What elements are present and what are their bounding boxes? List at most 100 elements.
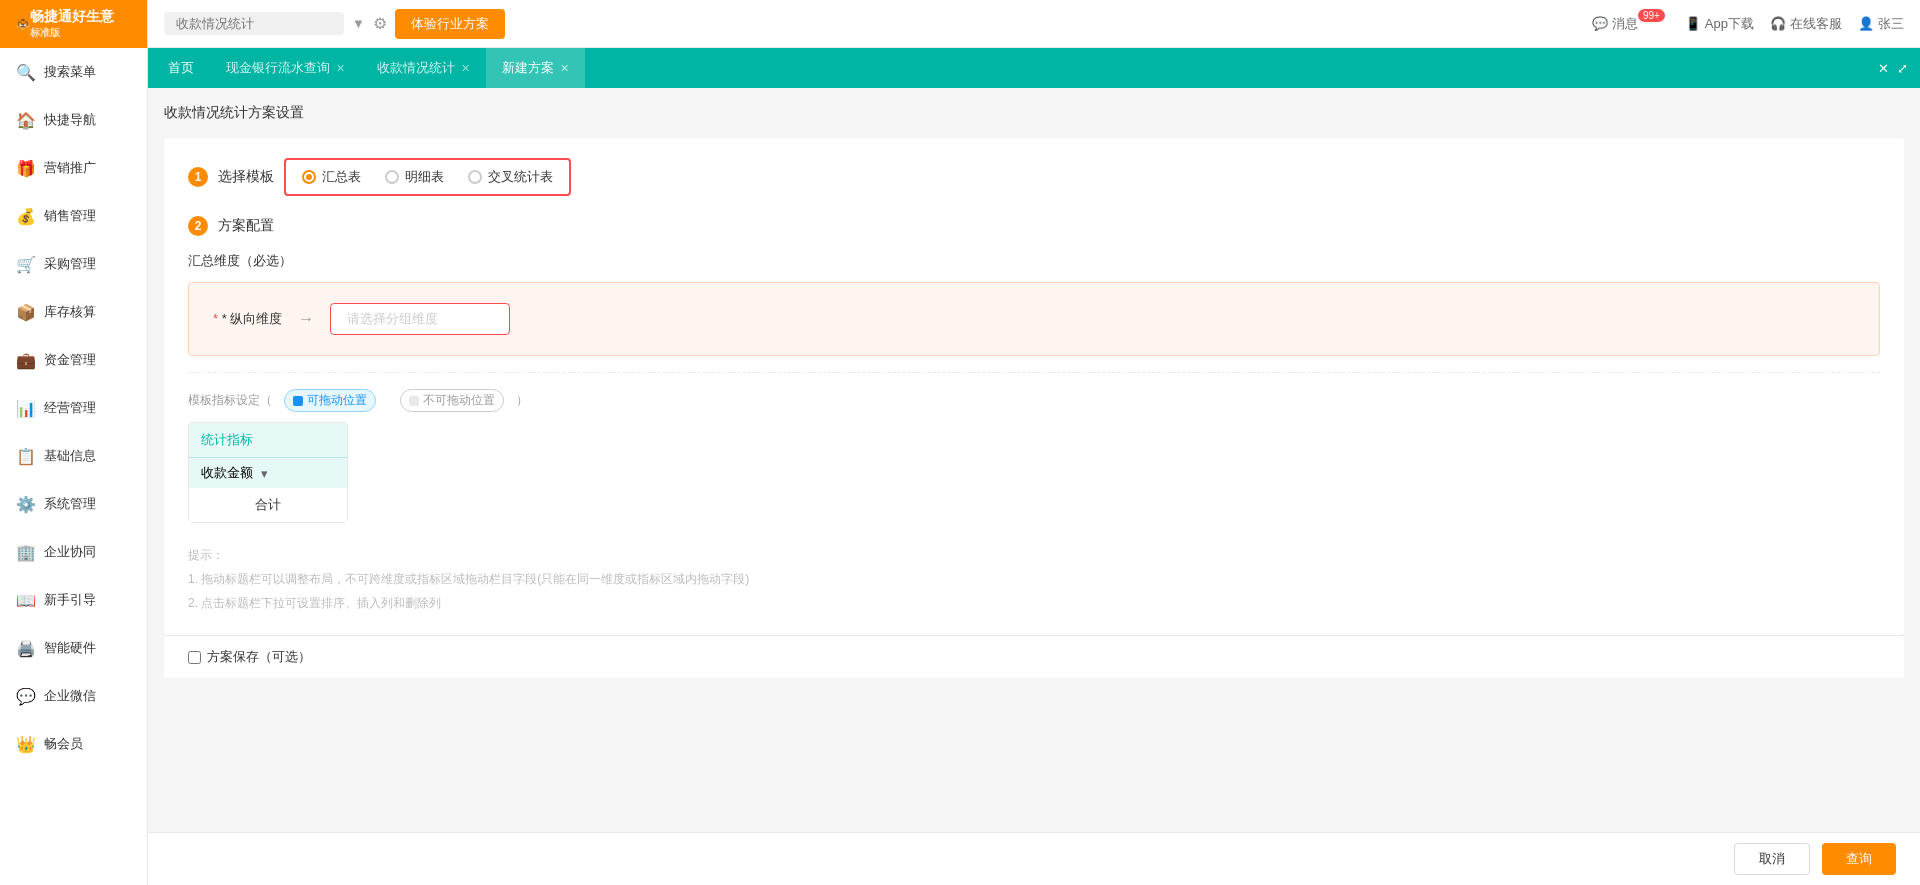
settings-icon[interactable]: ⚙: [373, 14, 387, 33]
indicators-hint: 模板指标设定（ 可拖动位置 不可拖动位置 ）: [188, 389, 1880, 412]
message-label: 消息: [1612, 15, 1638, 33]
service-label: 在线客服: [1790, 15, 1842, 33]
draggable-dot: [293, 396, 303, 406]
dimension-select-placeholder: 请选择分组维度: [347, 311, 438, 326]
message-icon: 💬: [1592, 16, 1608, 31]
industry-btn[interactable]: 体验行业方案: [395, 9, 505, 39]
sidebar-item-operations[interactable]: 📊 经营管理: [0, 384, 147, 432]
gear-icon: ⚙️: [16, 495, 36, 514]
tab-close-icon[interactable]: ✕: [560, 62, 569, 75]
save-checkbox-label: 方案保存（可选）: [207, 648, 311, 666]
crown-icon: 👑: [16, 735, 36, 754]
dropdown-icon[interactable]: ▼: [352, 16, 365, 31]
money-icon: 💰: [16, 207, 36, 226]
sidebar-item-basic-info[interactable]: 📋 基础信息: [0, 432, 147, 480]
section2-number: 2: [188, 216, 208, 236]
download-icon: 📱: [1685, 16, 1701, 31]
section1-title: 选择模板: [218, 168, 274, 186]
dimension-label: 汇总维度（必选）: [188, 252, 1880, 270]
sidebar-label: 营销推广: [44, 159, 96, 177]
config-section: 2 方案配置 汇总维度（必选） * * 纵向维度 → 请选择分组维度: [188, 216, 1880, 615]
download-action[interactable]: 📱 App下载: [1685, 15, 1754, 33]
book-icon: 📖: [16, 591, 36, 610]
page-footer: 方案保存（可选）: [164, 635, 1904, 678]
expand-icon[interactable]: ⤢: [1897, 61, 1908, 76]
stat-col1-label: 收款金额: [201, 464, 253, 482]
radio-circle-summary: [302, 170, 316, 184]
user-icon: 👤: [1858, 16, 1874, 31]
sidebar-item-hardware[interactable]: 🖨️ 智能硬件: [0, 624, 147, 672]
sidebar-label: 基础信息: [44, 447, 96, 465]
sidebar-item-system[interactable]: ⚙️ 系统管理: [0, 480, 147, 528]
template-options: 汇总表 明细表 交叉统计表: [284, 158, 571, 196]
bottom-bar: 取消 查询: [148, 832, 1920, 885]
tab-bank-flow[interactable]: 现金银行流水查询 ✕: [210, 48, 361, 88]
divider: [188, 372, 1880, 373]
close-window-icon[interactable]: ✕: [1878, 61, 1889, 76]
sidebar-item-purchase[interactable]: 🛒 采购管理: [0, 240, 147, 288]
stat-subtotal-row: 合计: [189, 488, 347, 522]
building-icon: 🏢: [16, 543, 36, 562]
page-title: 收款情况统计方案设置: [164, 104, 1904, 122]
app-title: 畅捷通好生意: [30, 8, 114, 26]
sidebar-item-quick-nav[interactable]: 🏠 快捷导航: [0, 96, 147, 144]
sidebar-item-guide[interactable]: 📖 新手引导: [0, 576, 147, 624]
non-draggable-dot: [409, 396, 419, 406]
tab-collection-stats[interactable]: 收款情况统计 ✕: [361, 48, 486, 88]
sidebar-label: 库存核算: [44, 303, 96, 321]
chat-icon: 💬: [16, 687, 36, 706]
tab-home[interactable]: 首页: [152, 48, 210, 88]
headset-icon: 🎧: [1770, 16, 1786, 31]
dropdown-chevron[interactable]: ▾: [261, 466, 268, 481]
sidebar-label: 企业协同: [44, 543, 96, 561]
breadcrumb-input[interactable]: [164, 12, 344, 35]
radio-summary[interactable]: 汇总表: [302, 168, 361, 186]
save-checkbox[interactable]: 方案保存（可选）: [188, 648, 311, 666]
indicator-table: 统计指标 收款金额 ▾ 合计: [188, 422, 348, 523]
tab-collection-stats-label: 收款情况统计: [377, 59, 455, 77]
sidebar-label: 畅会员: [44, 735, 83, 753]
radio-cross[interactable]: 交叉统计表: [468, 168, 553, 186]
sidebar-label: 快捷导航: [44, 111, 96, 129]
message-action[interactable]: 💬 消息 99+: [1592, 15, 1669, 33]
sidebar-item-member[interactable]: 👑 畅会员: [0, 720, 147, 768]
sidebar-item-sales[interactable]: 💰 销售管理: [0, 192, 147, 240]
sidebar-item-finance[interactable]: 💼 资金管理: [0, 336, 147, 384]
query-button[interactable]: 查询: [1822, 843, 1896, 875]
message-badge: 99+: [1638, 9, 1665, 22]
user-action[interactable]: 👤 张三: [1858, 15, 1904, 33]
tab-close-icon[interactable]: ✕: [336, 62, 345, 75]
tab-close-icon[interactable]: ✕: [461, 62, 470, 75]
dimension-row: * * 纵向维度 → 请选择分组维度: [213, 303, 1855, 335]
tip1: 1. 拖动标题栏可以调整布局，不可跨维度或指标区域拖动栏目字段(只能在同一维度或…: [188, 572, 749, 586]
sidebar-item-inventory[interactable]: 📦 库存核算: [0, 288, 147, 336]
header-right: 💬 消息 99+ 📱 App下载 🎧 在线客服 👤 张三: [1592, 15, 1904, 33]
download-label: App下载: [1705, 15, 1754, 33]
box-icon: 📦: [16, 303, 36, 322]
service-action[interactable]: 🎧 在线客服: [1770, 15, 1842, 33]
indicators-setting-label: 模板指标设定（: [188, 392, 272, 409]
section2-title: 方案配置: [218, 217, 274, 235]
dimension-area: * * 纵向维度 → 请选择分组维度: [188, 282, 1880, 356]
sidebar-label: 销售管理: [44, 207, 96, 225]
sidebar-label: 企业微信: [44, 687, 96, 705]
dimension-select[interactable]: 请选择分组维度: [330, 303, 510, 335]
cancel-button[interactable]: 取消: [1734, 843, 1810, 875]
required-star: *: [213, 311, 222, 326]
app-subtitle: 标准版: [30, 26, 114, 40]
sidebar-item-corp[interactable]: 🏢 企业协同: [0, 528, 147, 576]
tab-new-plan[interactable]: 新建方案 ✕: [486, 48, 585, 88]
sidebar-item-marketing[interactable]: 🎁 营销推广: [0, 144, 147, 192]
indicator-table-header: 统计指标: [189, 423, 347, 457]
section1-number: 1: [188, 167, 208, 187]
top-header: ▼ ⚙ 体验行业方案 💬 消息 99+ 📱 App下载 🎧 在线客服 👤 张三: [148, 0, 1920, 48]
tab-bank-flow-label: 现金银行流水查询: [226, 59, 330, 77]
save-checkbox-input[interactable]: [188, 651, 201, 664]
main-card: 1 选择模板 汇总表 明细表 交叉统计表: [164, 138, 1904, 635]
sidebar-item-wechat[interactable]: 💬 企业微信: [0, 672, 147, 720]
radio-detail[interactable]: 明细表: [385, 168, 444, 186]
section1-header: 1 选择模板 汇总表 明细表 交叉统计表: [188, 158, 1880, 196]
chart-icon: 📊: [16, 399, 36, 418]
sidebar-item-search-menu[interactable]: 🔍 搜索菜单: [0, 48, 147, 96]
stat-col-header: 收款金额 ▾: [189, 457, 347, 488]
